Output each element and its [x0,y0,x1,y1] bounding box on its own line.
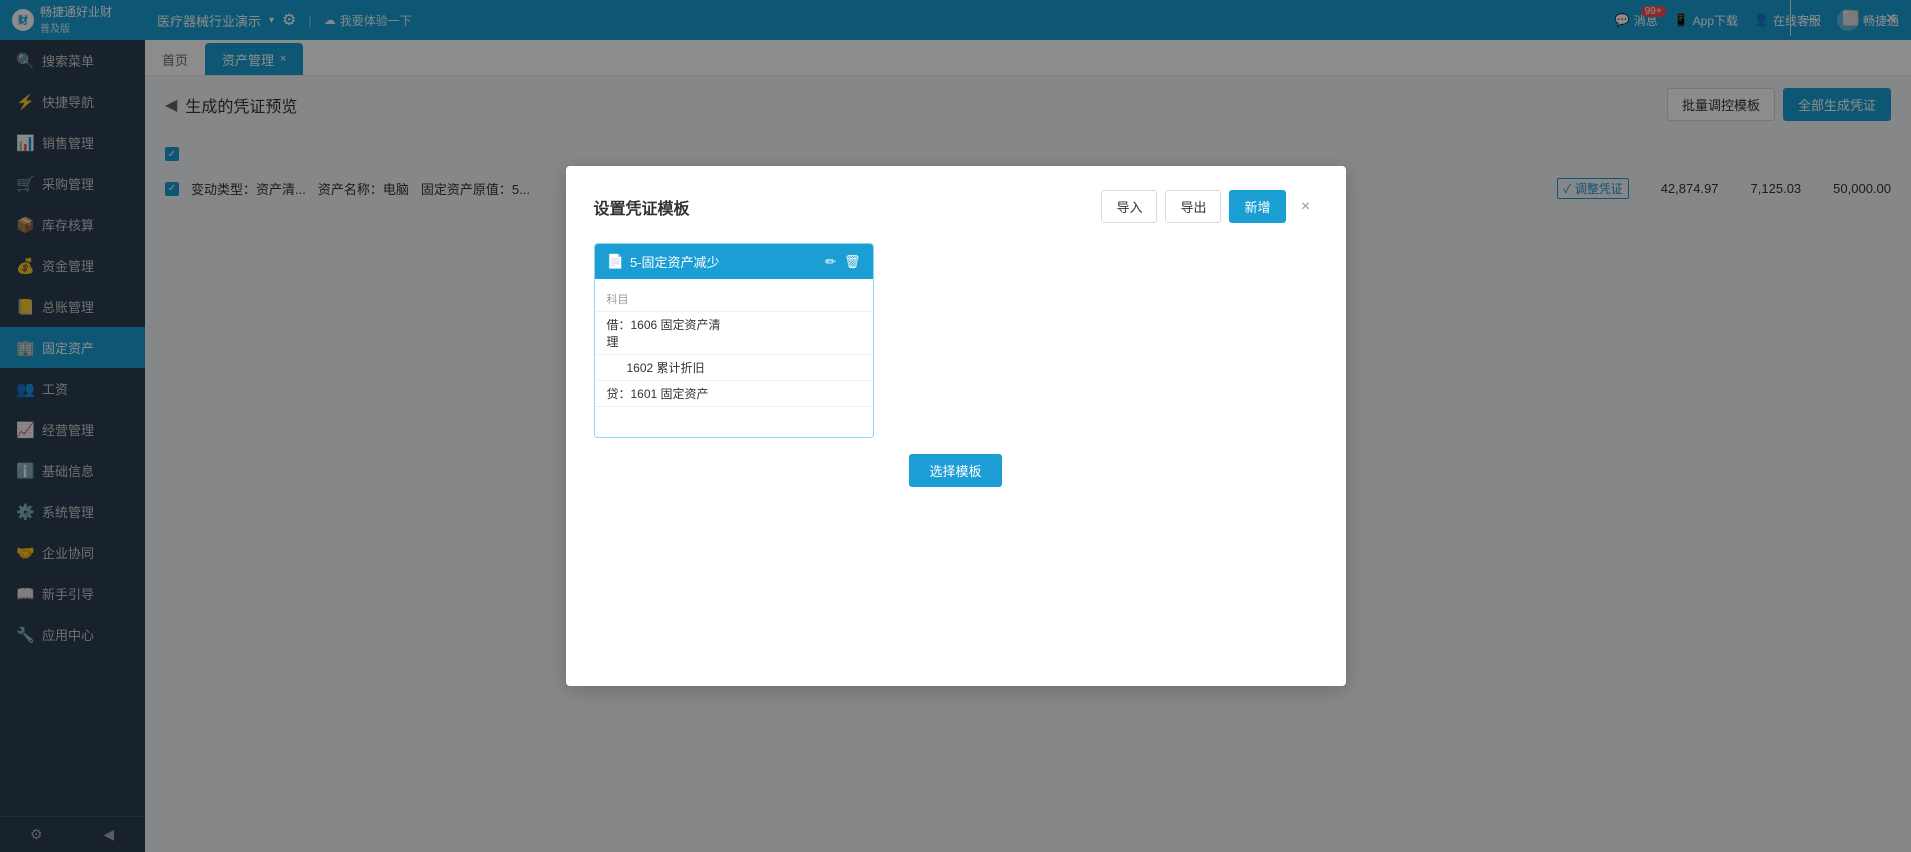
modal-close-btn[interactable]: × [1294,195,1318,219]
export-btn[interactable]: 导出 [1165,190,1221,223]
select-template-btn[interactable]: 选择模板 [909,454,1001,487]
col-subject: 科目 [607,291,737,307]
entry-type-2: 1602 累计折旧 [607,359,727,376]
col-debit [737,291,807,307]
modal-header: 设置凭证模板 导入 导出 新增 × [594,190,1318,223]
template-card-header-actions: ✏ 🗑 [825,254,860,270]
voucher-template-modal: 设置凭证模板 导入 导出 新增 × 📄 5-固定资产减少 ✏ 🗑 [566,166,1346,686]
entry-debit-2 [727,359,807,376]
template-card-header: 📄 5-固定资产减少 ✏ 🗑 [595,244,873,279]
edit-icon[interactable]: ✏ [825,254,836,270]
template-entry-empty [595,407,873,429]
entry-credit-1 [807,316,874,350]
entry-debit-3 [727,385,807,402]
template-doc-icon: 📄 [607,253,624,270]
modal-actions: 导入 导出 新增 [1101,190,1285,223]
entry-type-1: 借：1606 固定资产清理 [607,316,727,350]
modal-overlay: 设置凭证模板 导入 导出 新增 × 📄 5-固定资产减少 ✏ 🗑 [0,0,1911,852]
entry-credit-2 [807,359,874,376]
delete-icon[interactable]: 🗑 [844,254,861,270]
template-card-header-left: 📄 5-固定资产减少 [607,252,720,271]
template-card: 📄 5-固定资产减少 ✏ 🗑 科目 借：1606 固定资产清理 [594,243,874,438]
template-name: 5-固定资产减少 [630,252,720,271]
entry-type-3: 贷：1601 固定资产 [607,385,727,402]
modal-title: 设置凭证模板 [594,195,690,219]
template-entry-1: 借：1606 固定资产清理 [595,312,873,355]
new-template-btn[interactable]: 新增 [1229,190,1285,223]
entry-debit-1 [727,316,807,350]
import-btn[interactable]: 导入 [1101,190,1157,223]
template-card-body: 科目 借：1606 固定资产清理 1602 累计折旧 贷：1601 固定资产 [595,279,873,437]
template-entry-3: 贷：1601 固定资产 [595,381,873,407]
col-credit [807,291,874,307]
entry-credit-3 [807,385,874,402]
template-entry-2: 1602 累计折旧 [595,355,873,381]
